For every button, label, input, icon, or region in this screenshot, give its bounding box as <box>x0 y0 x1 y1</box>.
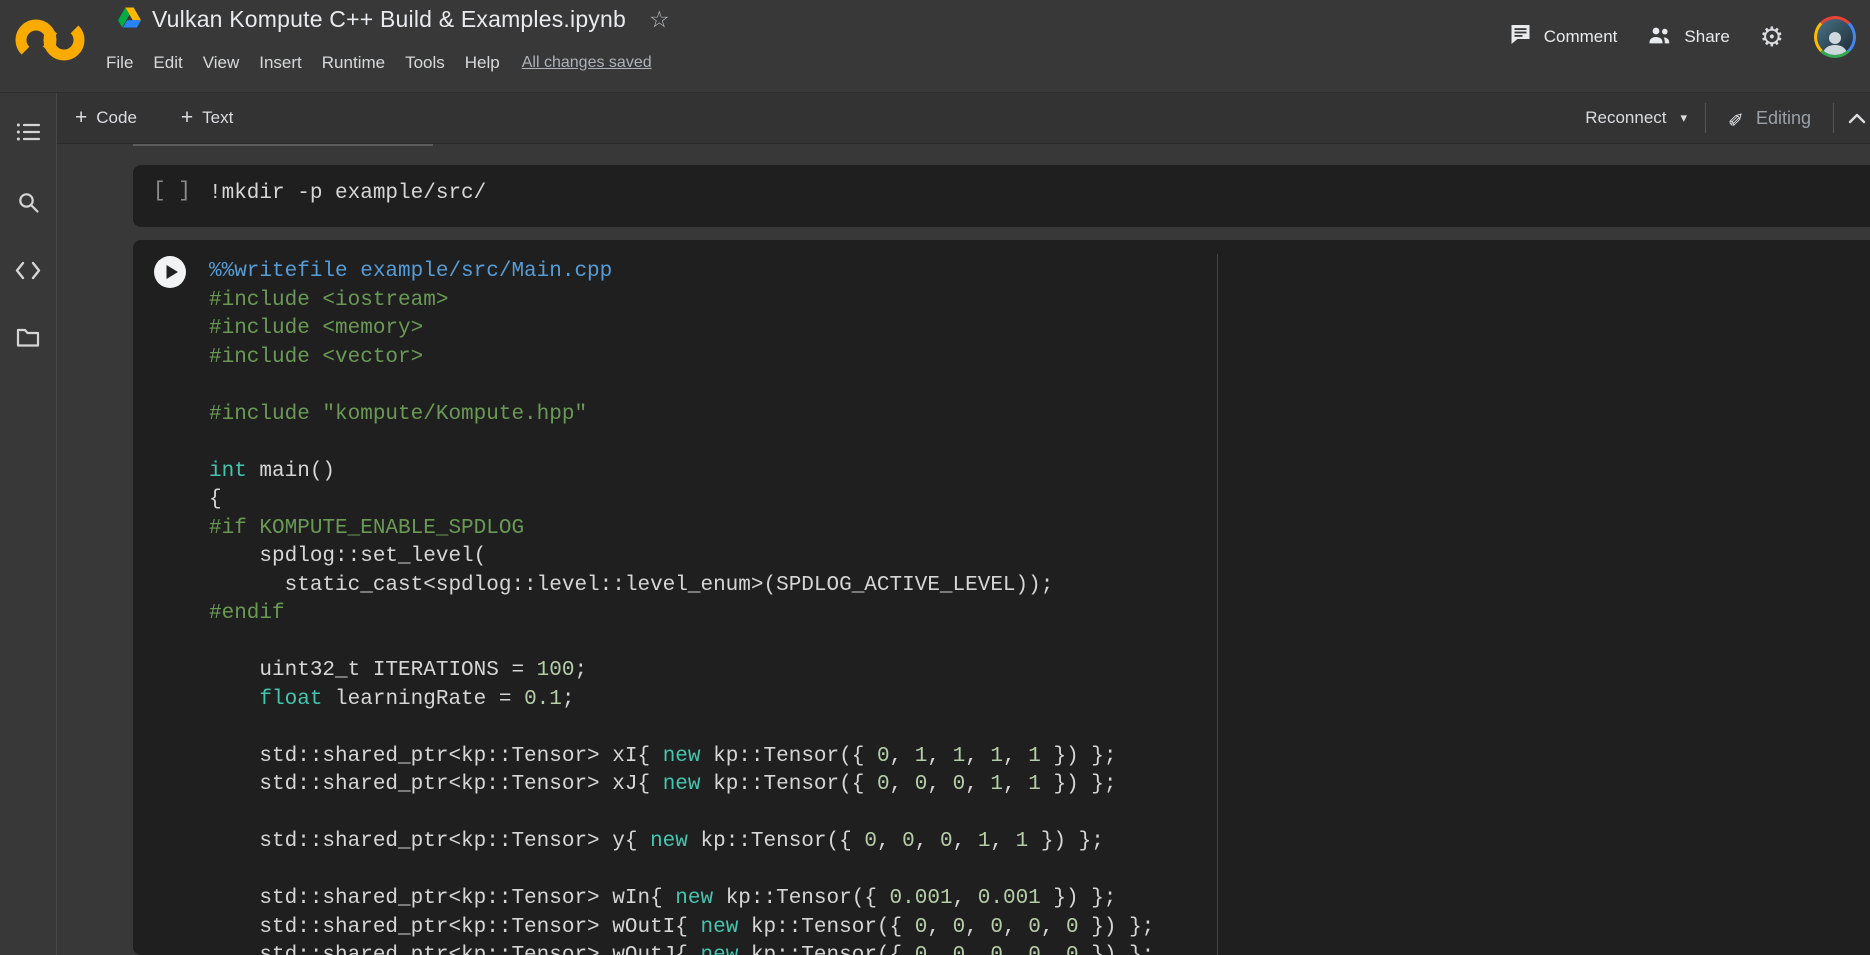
avatar-photo <box>1817 19 1853 55</box>
add-text-label: Text <box>202 108 233 128</box>
chevron-down-icon: ▾ <box>1681 111 1688 126</box>
toolbar-left: + Code + Text <box>75 93 233 143</box>
plus-icon: + <box>75 107 87 128</box>
code-line[interactable]: #include <memory> <box>209 315 1868 344</box>
code-line[interactable] <box>209 372 1868 401</box>
menu-help[interactable]: Help <box>455 50 510 75</box>
search-icon[interactable] <box>0 180 56 224</box>
code-line[interactable] <box>209 429 1868 458</box>
editing-mode-button[interactable]: ✎ Editing <box>1706 107 1833 129</box>
code-cell-main-cpp[interactable]: %%writefile example/src/Main.cpp#include… <box>133 240 1870 955</box>
menu-view[interactable]: View <box>193 50 250 75</box>
header-actions: Comment Share ⚙ <box>1509 16 1856 58</box>
code-line[interactable]: std::shared_ptr<kp::Tensor> xJ{ new kp::… <box>209 771 1868 800</box>
code-line[interactable] <box>209 629 1868 658</box>
code-line[interactable] <box>209 800 1868 829</box>
settings-gear-icon[interactable]: ⚙ <box>1760 24 1784 51</box>
chevron-up-icon <box>1848 112 1866 124</box>
comment-button[interactable]: Comment <box>1509 24 1618 51</box>
add-code-button[interactable]: + Code <box>75 108 137 128</box>
code-line[interactable]: std::shared_ptr<kp::Tensor> wOutJ{ new k… <box>209 942 1868 955</box>
title-row: Vulkan Kompute C++ Build & Examples.ipyn… <box>118 6 670 33</box>
account-avatar[interactable] <box>1814 16 1856 58</box>
add-code-label: Code <box>96 108 137 128</box>
code-line[interactable]: spdlog::set_level( <box>209 543 1868 572</box>
pencil-icon: ✎ <box>1728 107 1744 129</box>
code-line[interactable]: #endif <box>209 600 1868 629</box>
reconnect-button[interactable]: Reconnect ▾ <box>1567 108 1705 128</box>
comment-icon <box>1509 24 1532 51</box>
collapse-toolbar-button[interactable] <box>1834 112 1870 124</box>
menu-insert[interactable]: Insert <box>249 50 312 75</box>
header: Vulkan Kompute C++ Build & Examples.ipyn… <box>0 0 1870 93</box>
code-line[interactable] <box>209 714 1868 743</box>
code-line[interactable]: float learningRate = 0.1; <box>209 686 1868 715</box>
reconnect-label: Reconnect <box>1585 108 1666 128</box>
add-text-button[interactable]: + Text <box>181 108 233 128</box>
code-snippets-icon[interactable] <box>0 248 56 292</box>
menu-file[interactable]: File <box>96 50 143 75</box>
code-editor[interactable]: %%writefile example/src/Main.cpp#include… <box>209 240 1868 955</box>
code-line[interactable]: static_cast<spdlog::level::level_enum>(S… <box>209 572 1868 601</box>
code-line[interactable]: std::shared_ptr<kp::Tensor> wOutI{ new k… <box>209 914 1868 943</box>
code-line[interactable]: #include <iostream> <box>209 287 1868 316</box>
code-editor[interactable]: !mkdir -p example/src/ <box>209 165 1868 227</box>
code-line[interactable]: uint32_t ITERATIONS = 100; <box>209 657 1868 686</box>
menu-edit[interactable]: Edit <box>143 50 192 75</box>
share-people-icon <box>1647 25 1672 50</box>
notebook-content: [ ] !mkdir -p example/src/ %%writefile e… <box>57 144 1870 955</box>
notebook-title[interactable]: Vulkan Kompute C++ Build & Examples.ipyn… <box>152 6 626 33</box>
menu-items: FileEditViewInsertRuntimeToolsHelp <box>96 53 510 73</box>
code-line[interactable]: { <box>209 486 1868 515</box>
share-button[interactable]: Share <box>1647 25 1729 50</box>
code-line[interactable]: #include "kompute/Kompute.hpp" <box>209 401 1868 430</box>
files-folder-icon[interactable] <box>0 315 56 359</box>
code-cell-mkdir[interactable]: [ ] !mkdir -p example/src/ <box>133 165 1870 227</box>
menu-tools[interactable]: Tools <box>395 50 455 75</box>
plus-icon: + <box>181 107 193 128</box>
notebook-toolbar: + Code + Text Reconnect ▾ ✎ Editing <box>57 93 1870 144</box>
cell-run-prompt[interactable]: [ ] <box>153 180 191 203</box>
code-line[interactable]: int main() <box>209 458 1868 487</box>
colab-app: Vulkan Kompute C++ Build & Examples.ipyn… <box>0 0 1870 955</box>
code-line[interactable]: std::shared_ptr<kp::Tensor> xI{ new kp::… <box>209 743 1868 772</box>
run-cell-button[interactable] <box>154 256 186 288</box>
toolbar-right: Reconnect ▾ ✎ Editing <box>1567 93 1870 143</box>
code-line[interactable]: std::shared_ptr<kp::Tensor> y{ new kp::T… <box>209 828 1868 857</box>
code-line[interactable]: %%writefile example/src/Main.cpp <box>209 258 1868 287</box>
previous-cell-edge <box>133 144 433 146</box>
colab-logo-icon[interactable] <box>14 14 86 66</box>
left-sidebar <box>0 93 57 955</box>
table-of-contents-icon[interactable] <box>0 110 56 154</box>
code-line[interactable]: std::shared_ptr<kp::Tensor> wIn{ new kp:… <box>209 885 1868 914</box>
code-line[interactable] <box>209 857 1868 886</box>
menu-runtime[interactable]: Runtime <box>312 50 395 75</box>
menubar: FileEditViewInsertRuntimeToolsHelp All c… <box>96 53 652 73</box>
code-line[interactable]: !mkdir -p example/src/ <box>209 180 1868 209</box>
code-line[interactable]: #include <vector> <box>209 344 1868 373</box>
code-line[interactable]: #if KOMPUTE_ENABLE_SPDLOG <box>209 515 1868 544</box>
drive-icon <box>118 7 141 33</box>
editing-label: Editing <box>1756 108 1811 129</box>
share-label: Share <box>1684 27 1729 47</box>
comment-label: Comment <box>1544 27 1618 47</box>
save-status[interactable]: All changes saved <box>522 54 652 72</box>
star-icon[interactable]: ☆ <box>649 7 670 33</box>
